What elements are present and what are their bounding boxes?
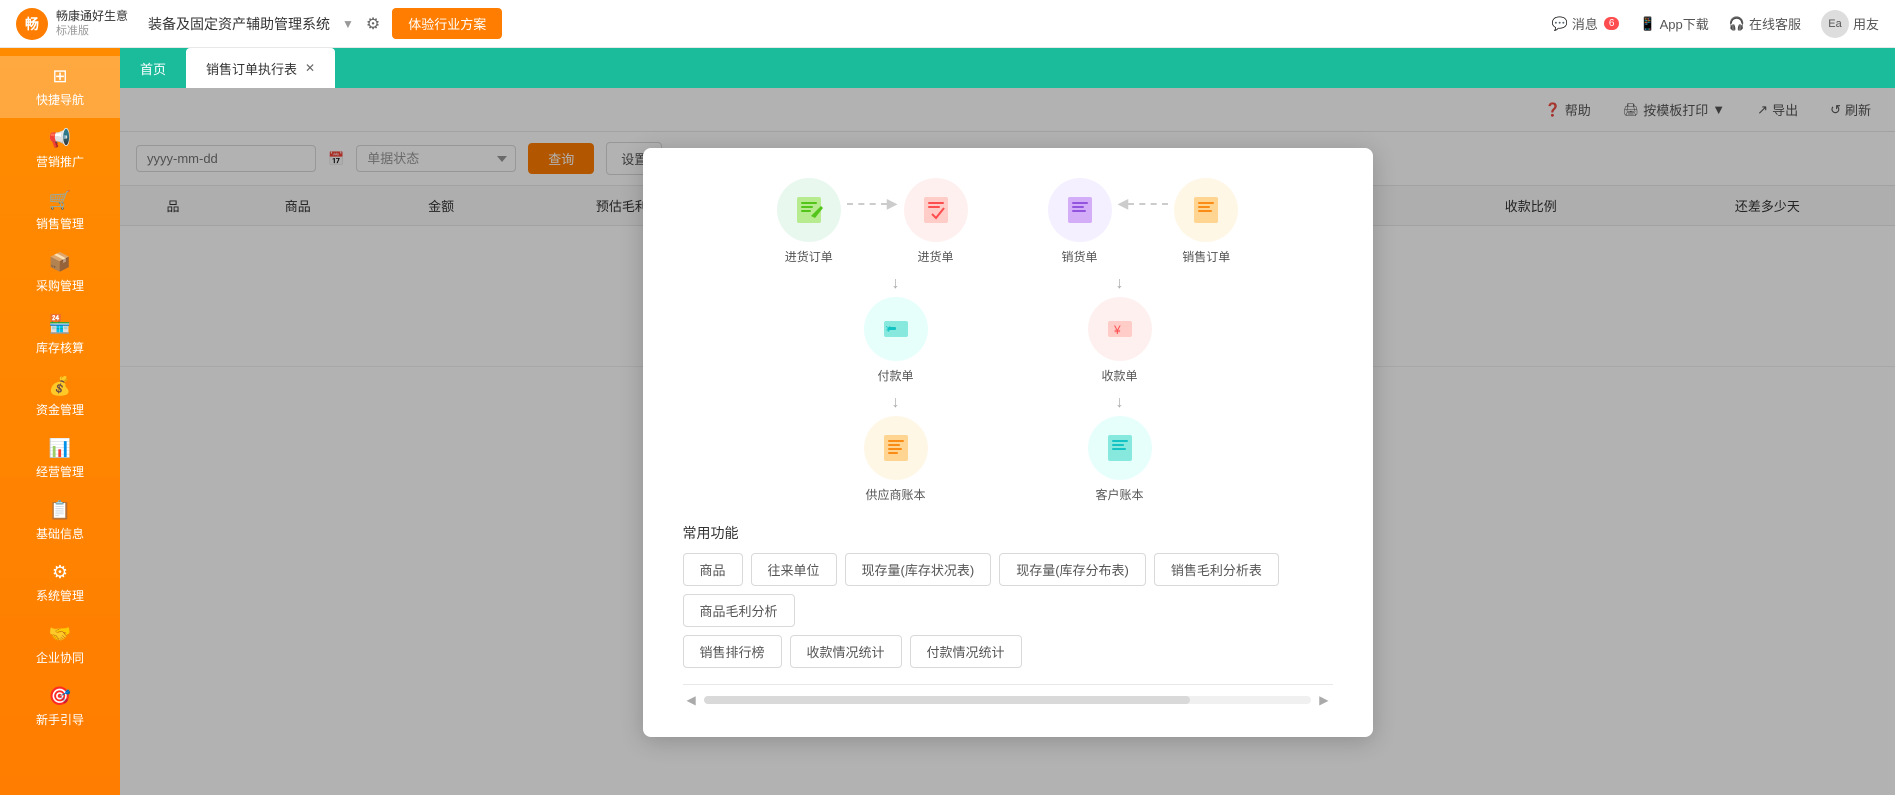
btn-stock-status[interactable]: 现存量(库存状况表) (845, 553, 992, 586)
sidebar-item-quick-nav[interactable]: ⊞ 快捷导航 (0, 56, 120, 118)
online-service-button[interactable]: 🎧 在线客服 (1729, 14, 1801, 33)
top-bar: 畅 畅康通好生意 标准版 装备及固定资产辅助管理系统 ▼ ⚙ 体验行业方案 💬 … (0, 0, 1895, 48)
sidebar-item-label: 经营管理 (36, 463, 84, 480)
megaphone-icon: 📢 (49, 128, 71, 149)
user-menu[interactable]: Ea 用友 (1821, 10, 1879, 38)
chart-icon: 📊 (49, 438, 71, 459)
content-area: 首页 销售订单执行表 ✕ ❓ 帮助 🖨 按模板打印 ▼ (120, 48, 1895, 795)
store-icon: 🏪 (49, 314, 71, 335)
sidebar-item-inventory[interactable]: 🏪 库存核算 (0, 304, 120, 366)
flow-node-receipt-bill: ¥ 收款单 (1088, 297, 1152, 384)
common-functions-section: 常用功能 商品 往来单位 现存量(库存状况表) 现存量(库存分布表) 销售毛利分… (683, 523, 1333, 668)
flow-node-sales-order: 销售订单 (1174, 178, 1238, 265)
common-functions-title: 常用功能 (683, 523, 1333, 543)
home-icon: ⊞ (52, 66, 67, 87)
headset-icon: 🎧 (1729, 16, 1745, 32)
sidebar-item-label: 营销推广 (36, 153, 84, 170)
overlay[interactable]: 进货订单 ▶ 进货单 (120, 88, 1895, 795)
top-bar-left: 畅 畅康通好生意 标准版 装备及固定资产辅助管理系统 ▼ ⚙ 体验行业方案 (16, 8, 502, 40)
sidebar-item-label: 资金管理 (36, 401, 84, 418)
flow-label-receipt-bill: 收款单 (1101, 367, 1137, 384)
sidebar-item-finance[interactable]: 💰 资金管理 (0, 366, 120, 428)
list-icon: 📋 (49, 500, 71, 521)
sidebar-item-label: 企业协同 (36, 649, 84, 666)
flow-label-customer-account: 客户账本 (1095, 486, 1143, 503)
btn-product-gross[interactable]: 商品毛利分析 (683, 594, 795, 627)
common-buttons-row1: 商品 往来单位 现存量(库存状况表) 现存量(库存分布表) 销售毛利分析表 商品… (683, 553, 1333, 627)
message-icon: 💬 (1552, 16, 1568, 32)
btn-receipt-stat[interactable]: 收款情况统计 (790, 635, 902, 668)
btn-product[interactable]: 商品 (683, 553, 743, 586)
svg-text:¥: ¥ (885, 325, 891, 334)
try-button[interactable]: 体验行业方案 (392, 8, 502, 39)
logo-area: 畅 畅康通好生意 标准版 (16, 8, 136, 40)
guide-icon: 🎯 (49, 686, 71, 707)
sidebar-item-enterprise[interactable]: 🤝 企业协同 (0, 614, 120, 676)
sidebar-item-label: 基础信息 (36, 525, 84, 542)
flow-node-customer-account: 客户账本 (1088, 416, 1152, 503)
sidebar-item-newbie[interactable]: 🎯 新手引导 (0, 676, 120, 738)
btn-stock-dist[interactable]: 现存量(库存分布表) (999, 553, 1146, 586)
gear-icon: ⚙ (52, 562, 68, 583)
scroll-thumb (704, 696, 1190, 704)
modal-dialog: 进货订单 ▶ 进货单 (643, 148, 1373, 737)
dropdown-arrow-icon[interactable]: ▼ (342, 17, 354, 31)
flow-node-sales-bill: 销货单 (1048, 178, 1112, 265)
btn-sales-gross[interactable]: 销售毛利分析表 (1154, 553, 1279, 586)
common-buttons-row2: 销售排行榜 收款情况统计 付款情况统计 (683, 635, 1333, 668)
sidebar-item-label: 快捷导航 (36, 91, 84, 108)
sidebar-item-label: 库存核算 (36, 339, 84, 356)
sidebar-item-basic[interactable]: 📋 基础信息 (0, 490, 120, 552)
scroll-left-arrow-icon[interactable]: ◀ (683, 693, 700, 707)
cart-icon: 🛒 (49, 190, 71, 211)
sidebar-item-operation[interactable]: 📊 经营管理 (0, 428, 120, 490)
flow-node-purchase-bill: 进货单 (904, 178, 968, 265)
top-bar-right: 💬 消息 6 📱 App下载 🎧 在线客服 Ea 用友 (1552, 10, 1879, 38)
sidebar-item-label: 销售管理 (36, 215, 84, 232)
svg-text:¥: ¥ (1113, 323, 1121, 337)
sidebar-item-label: 采购管理 (36, 277, 84, 294)
sidebar: ⊞ 快捷导航 📢 营销推广 🛒 销售管理 📦 采购管理 🏪 库存核算 💰 资金管… (0, 48, 120, 795)
page-content: ❓ 帮助 🖨 按模板打印 ▼ ↗ 导出 ↺ 刷新 (120, 88, 1895, 795)
flow-label-sales-order: 销售订单 (1182, 248, 1230, 265)
modal-scrollbar: ◀ ▶ (683, 684, 1333, 707)
system-title: 装备及固定资产辅助管理系统 (148, 14, 330, 34)
message-badge: 6 (1604, 17, 1620, 30)
logo-text: 畅康通好生意 标准版 (56, 9, 128, 39)
handshake-icon: 🤝 (49, 624, 71, 645)
scroll-track[interactable] (704, 696, 1312, 704)
sidebar-item-sales[interactable]: 🛒 销售管理 (0, 180, 120, 242)
phone-icon: 📱 (1639, 16, 1655, 32)
sidebar-item-label: 新手引导 (36, 711, 84, 728)
flow-node-supplier-account: 供应商账本 (864, 416, 928, 503)
tab-bar: 首页 销售订单执行表 ✕ (120, 48, 1895, 88)
tab-home[interactable]: 首页 (120, 48, 186, 88)
btn-payment-stat[interactable]: 付款情况统计 (910, 635, 1022, 668)
avatar: Ea (1821, 10, 1849, 38)
sidebar-item-label: 系统管理 (36, 587, 84, 604)
box-icon: 📦 (49, 252, 71, 273)
sidebar-item-purchase[interactable]: 📦 采购管理 (0, 242, 120, 304)
sidebar-item-marketing[interactable]: 📢 营销推广 (0, 118, 120, 180)
main-layout: ⊞ 快捷导航 📢 营销推广 🛒 销售管理 📦 采购管理 🏪 库存核算 💰 资金管… (0, 48, 1895, 795)
message-button[interactable]: 💬 消息 6 (1552, 14, 1620, 33)
sidebar-item-system[interactable]: ⚙ 系统管理 (0, 552, 120, 614)
flow-label-payment-bill: 付款单 (877, 367, 913, 384)
flow-node-purchase-order: 进货订单 (777, 178, 841, 265)
settings-icon[interactable]: ⚙ (366, 14, 380, 34)
flow-label-supplier-account: 供应商账本 (865, 486, 925, 503)
btn-sales-rank[interactable]: 销售排行榜 (683, 635, 782, 668)
money-icon: 💰 (49, 376, 71, 397)
logo-icon: 畅 (16, 8, 48, 40)
flow-node-payment-bill: ¥ 付款单 (864, 297, 928, 384)
app-download-button[interactable]: 📱 App下载 (1639, 14, 1708, 33)
flow-label-purchase-order: 进货订单 (785, 248, 833, 265)
btn-partner[interactable]: 往来单位 (751, 553, 837, 586)
tab-close-icon[interactable]: ✕ (305, 61, 315, 75)
scroll-right-arrow-icon[interactable]: ▶ (1315, 693, 1332, 707)
flow-label-purchase-bill: 进货单 (917, 248, 953, 265)
tab-sales-exec[interactable]: 销售订单执行表 ✕ (186, 48, 335, 88)
flow-label-sales-bill: 销货单 (1061, 248, 1097, 265)
